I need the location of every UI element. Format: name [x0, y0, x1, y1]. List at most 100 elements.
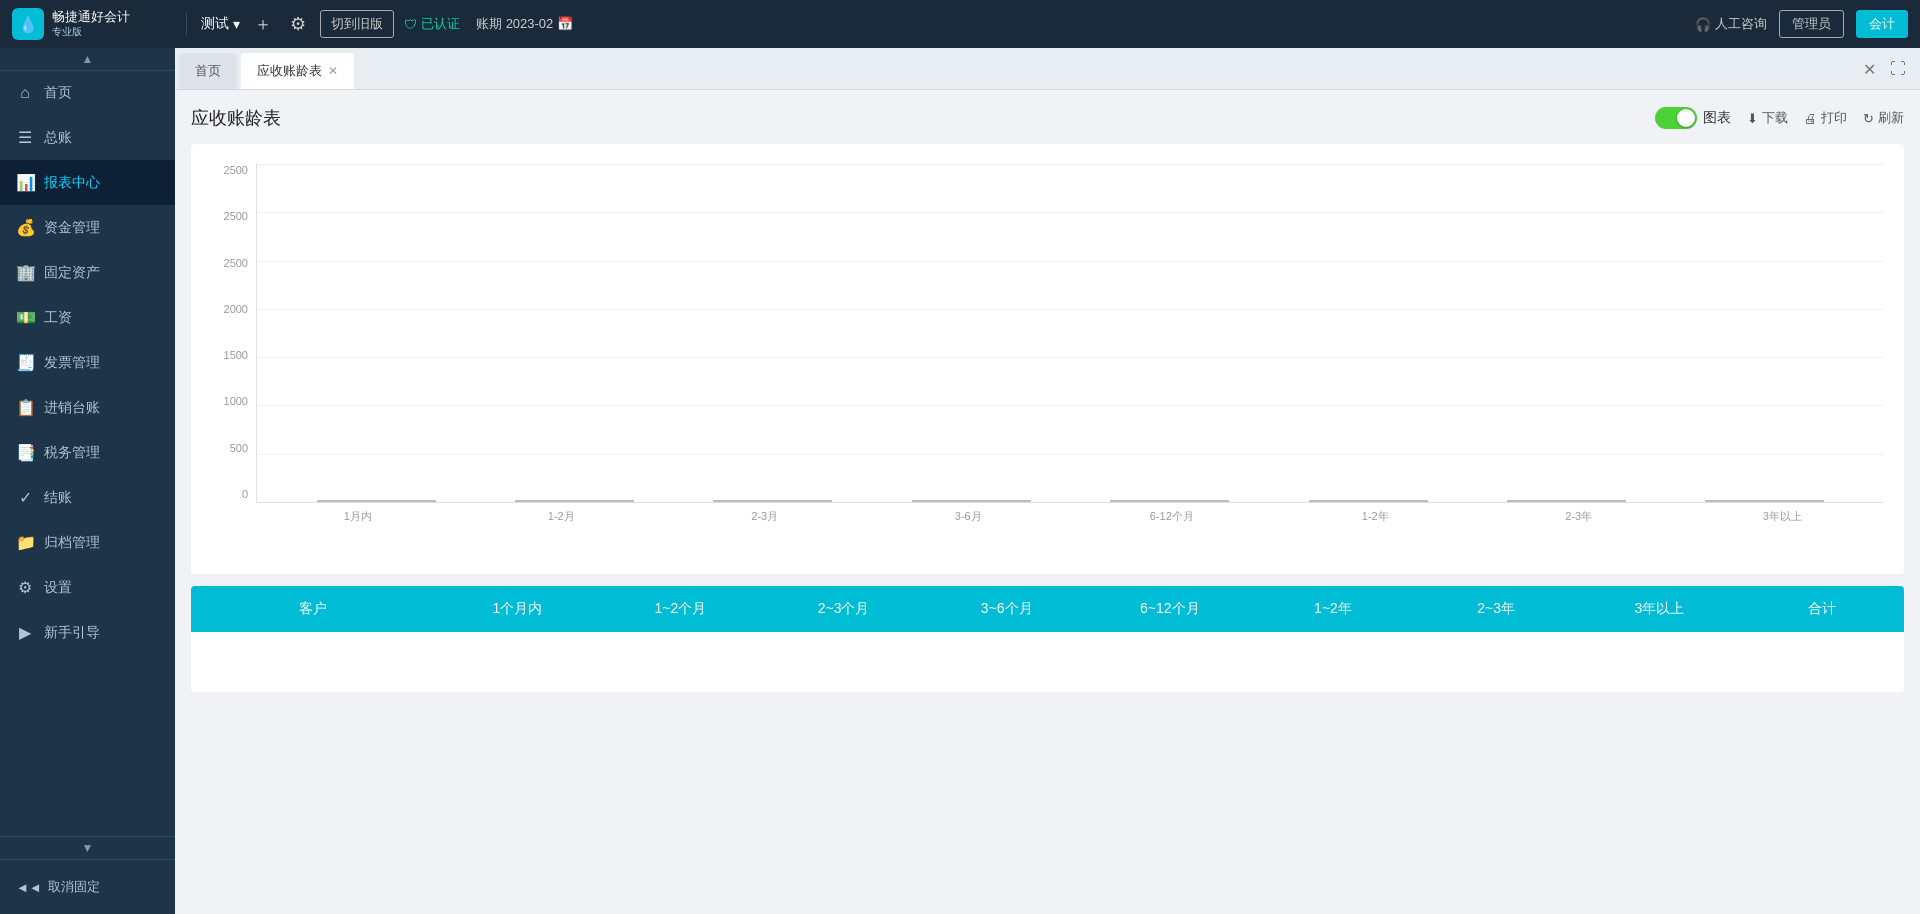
- topbar-right: 🎧 人工咨询 管理员 会计: [1695, 10, 1908, 38]
- switch-old-button[interactable]: 切到旧版: [320, 10, 394, 38]
- bar-4: [1110, 500, 1229, 502]
- certified-label: 已认证: [421, 15, 460, 33]
- page-content: 应收账龄表 图表 ⬇ 下载 🖨 打印: [175, 90, 1920, 914]
- toggle-knob: [1677, 109, 1695, 127]
- table-section: 客户 1个月内 1~2个月 2~3个月 3~6个月 6~12个月 1~2年 2~…: [191, 586, 1904, 692]
- home-icon: ⌂: [16, 84, 34, 102]
- print-button[interactable]: 🖨 打印: [1804, 109, 1847, 127]
- bar-0: [317, 500, 436, 502]
- sidebar-item-archive[interactable]: 📁 归档管理: [0, 520, 175, 565]
- tabbar-actions: ✕ ⛶: [1859, 55, 1910, 82]
- chart-toggle-label: 图表: [1703, 109, 1731, 127]
- add-button[interactable]: ＋: [250, 8, 276, 40]
- sidebar-item-ledger[interactable]: ☰ 总账: [0, 115, 175, 160]
- archive-icon: 📁: [16, 533, 34, 552]
- sidebar-item-tax[interactable]: 📑 税务管理: [0, 430, 175, 475]
- x-label-7: 3年以上: [1681, 509, 1885, 524]
- close-tab-button[interactable]: ✕: [1859, 55, 1880, 82]
- sidebar-item-label-assets: 固定资产: [44, 264, 100, 282]
- sidebar-item-reports[interactable]: 📊 报表中心: [0, 160, 175, 205]
- table-body: [191, 632, 1904, 692]
- tab-home-label: 首页: [195, 62, 221, 80]
- chart-toggle-wrapper: 图表: [1655, 107, 1731, 129]
- sidebar-item-label-settings: 设置: [44, 579, 72, 597]
- admin-button[interactable]: 管理员: [1779, 10, 1844, 38]
- sidebar-item-purchase[interactable]: 📋 进销台账: [0, 385, 175, 430]
- sidebar-item-label-home: 首页: [44, 84, 72, 102]
- sidebar-item-salary[interactable]: 💵 工资: [0, 295, 175, 340]
- cancel-pin-label: 取消固定: [48, 878, 100, 896]
- chart-grid-area: [256, 164, 1884, 503]
- calendar-icon[interactable]: 📅: [557, 16, 573, 31]
- sidebar-scroll: ▲ ⌂ 首页 ☰ 总账 📊 报表中心 💰 资金管理 🏢 固定资产: [0, 48, 175, 836]
- tab-home[interactable]: 首页: [179, 53, 237, 89]
- sidebar-item-label-archive: 归档管理: [44, 534, 100, 552]
- content-area: 首页 应收账龄表 ✕ ✕ ⛶ 应收账龄表: [175, 48, 1920, 914]
- x-label-0: 1月内: [256, 509, 460, 524]
- page-header: 应收账龄表 图表 ⬇ 下载 🖨 打印: [191, 106, 1904, 130]
- settings-topbar-button[interactable]: ⚙: [286, 9, 310, 39]
- sidebar-item-home[interactable]: ⌂ 首页: [0, 71, 175, 115]
- sidebar-item-label-purchase: 进销台账: [44, 399, 100, 417]
- sidebar-item-label-salary: 工资: [44, 309, 72, 327]
- print-icon: 🖨: [1804, 111, 1817, 126]
- sidebar-item-settings[interactable]: ⚙ 设置: [0, 565, 175, 610]
- sidebar-item-assets[interactable]: 🏢 固定资产: [0, 250, 175, 295]
- col-3y-plus: 3年以上: [1578, 600, 1741, 618]
- chart-y-axis: 2500 2500 2500 2000 1500 1000 500 0: [211, 164, 256, 524]
- company-dropdown-icon[interactable]: ▾: [233, 16, 240, 32]
- chart-plot: 1月内 1-2月 2-3月 3-6月 6-12个月 1-2年 2-3年 3年以上: [256, 164, 1884, 524]
- y-label-4: 1500: [224, 349, 248, 361]
- assets-icon: 🏢: [16, 263, 34, 282]
- tab-aging-label: 应收账龄表: [257, 62, 322, 80]
- sidebar-item-label-settle: 结账: [44, 489, 72, 507]
- bar-group-3: [872, 500, 1070, 502]
- tab-close-icon[interactable]: ✕: [328, 64, 338, 78]
- page-actions: 图表 ⬇ 下载 🖨 打印 ↻ 刷新: [1655, 107, 1904, 129]
- bar-group-1: [475, 500, 673, 502]
- bar-7: [1705, 500, 1824, 502]
- sidebar-item-settle[interactable]: ✓ 结账: [0, 475, 175, 520]
- bar-5: [1309, 500, 1428, 502]
- main-layout: ▲ ⌂ 首页 ☰ 总账 📊 报表中心 💰 资金管理 🏢 固定资产: [0, 48, 1920, 914]
- logo-icon: 💧: [12, 8, 44, 40]
- y-label-5: 1000: [224, 395, 248, 407]
- accountant-button[interactable]: 会计: [1856, 10, 1908, 38]
- pin-icon: ◄◄: [16, 880, 42, 895]
- x-label-3: 3-6月: [867, 509, 1071, 524]
- bar-group-6: [1467, 500, 1665, 502]
- col-6-12m: 6~12个月: [1088, 600, 1251, 618]
- x-label-2: 2-3月: [663, 509, 867, 524]
- cancel-pin-button[interactable]: ◄◄ 取消固定: [0, 868, 175, 906]
- bar-1: [515, 500, 634, 502]
- sidebar-bottom: ◄◄ 取消固定: [0, 859, 175, 914]
- download-button[interactable]: ⬇ 下载: [1747, 109, 1788, 127]
- chart-toggle[interactable]: [1655, 107, 1697, 129]
- sidebar-item-label-ledger: 总账: [44, 129, 72, 147]
- refresh-button[interactable]: ↻ 刷新: [1863, 109, 1904, 127]
- consult-label: 人工咨询: [1715, 15, 1767, 33]
- sidebar-item-label-guide: 新手引导: [44, 624, 100, 642]
- scroll-down-arrow[interactable]: ▼: [82, 841, 94, 855]
- consult-button[interactable]: 🎧 人工咨询: [1695, 15, 1767, 33]
- sidebar-item-funds[interactable]: 💰 资金管理: [0, 205, 175, 250]
- table-header: 客户 1个月内 1~2个月 2~3个月 3~6个月 6~12个月 1~2年 2~…: [191, 586, 1904, 632]
- col-3-6m: 3~6个月: [925, 600, 1088, 618]
- sidebar-item-invoice[interactable]: 🧾 发票管理: [0, 340, 175, 385]
- period-display: 账期 2023-02 📅: [476, 15, 573, 33]
- col-2-3y: 2~3年: [1415, 600, 1578, 618]
- x-label-4: 6-12个月: [1070, 509, 1274, 524]
- y-label-1: 2500: [224, 210, 248, 222]
- download-icon: ⬇: [1747, 111, 1758, 126]
- company-selector[interactable]: 测试 ▾: [201, 15, 240, 33]
- headset-icon: 🎧: [1695, 17, 1711, 32]
- tab-aging[interactable]: 应收账龄表 ✕: [241, 53, 354, 89]
- expand-tab-button[interactable]: ⛶: [1886, 55, 1910, 82]
- scroll-up-arrow[interactable]: ▲: [82, 52, 94, 66]
- period-label: 账期: [476, 16, 502, 31]
- chart-area: 2500 2500 2500 2000 1500 1000 500 0: [211, 164, 1884, 524]
- chart-x-labels: 1月内 1-2月 2-3月 3-6月 6-12个月 1-2年 2-3年 3年以上: [256, 503, 1884, 524]
- logo-text: 畅捷通好会计: [52, 9, 130, 25]
- tabbar: 首页 应收账龄表 ✕ ✕ ⛶: [175, 48, 1920, 90]
- sidebar-item-guide[interactable]: ▶ 新手引导: [0, 610, 175, 655]
